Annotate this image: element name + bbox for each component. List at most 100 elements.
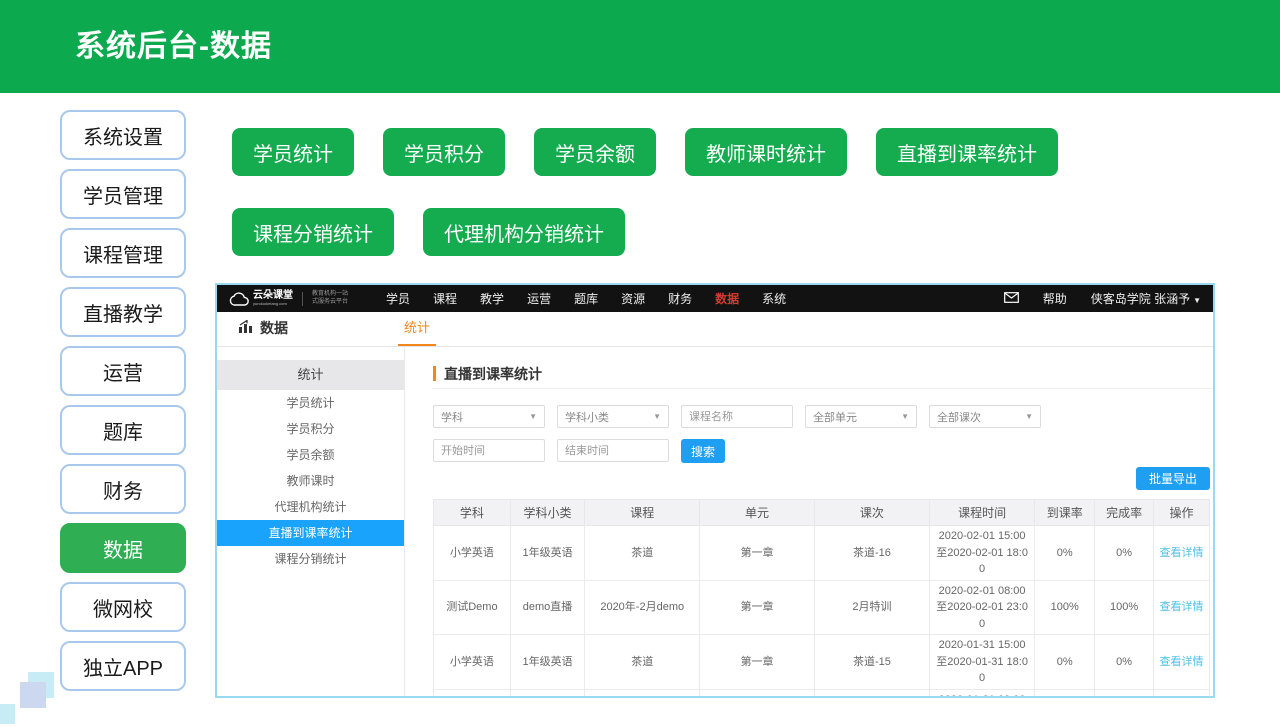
- cell-lesson: 2月特训: [814, 580, 929, 635]
- decor-square-corner: [0, 701, 18, 727]
- help-link[interactable]: 帮助: [1043, 290, 1067, 307]
- cell-unit: 第一章: [700, 635, 815, 690]
- logo[interactable]: 云朵课堂 yunduoketang.com 教育机构一站 式服务云平台: [229, 291, 348, 307]
- cloud-logo-icon: [229, 292, 249, 306]
- stats-panel: 统计 学员统计学员积分学员余额教师课时代理机构统计直播到课率统计课程分销统计: [217, 347, 405, 696]
- sidebar-item-6[interactable]: 题库: [60, 405, 186, 455]
- sidebar: 系统设置学员管理课程管理直播教学运营题库财务数据微网校独立APP: [60, 110, 186, 691]
- sidebar-item-7[interactable]: 财务: [60, 464, 186, 514]
- chevron-down-icon: ▼: [653, 412, 661, 421]
- subject-select[interactable]: 学科 ▼: [433, 405, 545, 428]
- stats-main: 直播到课率统计 学科 ▼ 学科小类 ▼ 全部单元 ▼ 全部课次 ▼: [405, 347, 1213, 696]
- batch-export-button[interactable]: 批量导出: [1136, 467, 1210, 490]
- panel-item-2[interactable]: 学员积分: [217, 416, 404, 442]
- section-title: 直播到课率统计: [433, 359, 1213, 389]
- quick-button-r2-2[interactable]: 代理机构分销统计: [423, 208, 625, 256]
- title-accent-bar: [433, 366, 436, 381]
- search-button[interactable]: 搜索: [681, 439, 725, 463]
- message-envelope-icon[interactable]: [1004, 292, 1019, 306]
- sidebar-item-4[interactable]: 直播教学: [60, 287, 186, 337]
- topbar-menu-item-9[interactable]: 系统: [762, 290, 786, 307]
- panel-item-7[interactable]: 课程分销统计: [217, 546, 404, 572]
- cell-subject: 小学英语: [434, 635, 511, 690]
- page-title: 系统后台-数据: [75, 0, 272, 93]
- end-time-input[interactable]: [557, 439, 669, 462]
- panel-item-6[interactable]: 直播到课率统计: [217, 520, 404, 546]
- col-header-1: 学科: [434, 500, 511, 526]
- sidebar-item-3[interactable]: 课程管理: [60, 228, 186, 278]
- topbar-menu-item-5[interactable]: 题库: [574, 290, 598, 307]
- tab-statistics[interactable]: 统计: [398, 317, 436, 346]
- sidebar-item-8[interactable]: 数据: [60, 523, 186, 573]
- cell-attendance: 0%: [1035, 689, 1095, 698]
- start-time-input[interactable]: [433, 439, 545, 462]
- cell-lesson: 茶道-15: [814, 635, 929, 690]
- panel-items: 学员统计学员积分学员余额教师课时代理机构统计直播到课率统计课程分销统计: [217, 390, 404, 572]
- topbar-menu-item-6[interactable]: 资源: [621, 290, 645, 307]
- panel-item-3[interactable]: 学员余额: [217, 442, 404, 468]
- cell-subject: 小学英语: [434, 526, 511, 581]
- cell-subject: 小学英语: [434, 689, 511, 698]
- col-header-8: 完成率: [1095, 500, 1154, 526]
- topbar-menu-item-2[interactable]: 课程: [433, 290, 457, 307]
- cell-action: 查看详情: [1154, 526, 1210, 581]
- topbar-menu-item-3[interactable]: 教学: [480, 290, 504, 307]
- cell-time: 2020-01-31 15:00至2020-01-31 18:00: [929, 635, 1035, 690]
- topbar-menu-item-1[interactable]: 学员: [386, 290, 410, 307]
- logo-divider: [302, 292, 303, 306]
- view-detail-link[interactable]: 查看详情: [1160, 601, 1204, 613]
- cell-attendance: 100%: [1035, 580, 1095, 635]
- cell-lesson: 茶道-16: [814, 526, 929, 581]
- cell-course: 茶道: [585, 526, 700, 581]
- col-header-5: 课次: [814, 500, 929, 526]
- topbar-menu-item-7[interactable]: 财务: [668, 290, 692, 307]
- course-name-input[interactable]: [681, 405, 793, 428]
- user-name: 侠客岛学院 张涵予: [1091, 292, 1190, 306]
- cell-course: 2020年-2月demo: [585, 580, 700, 635]
- quick-button-r1-2[interactable]: 学员积分: [383, 128, 505, 176]
- quick-button-r2-1[interactable]: 课程分销统计: [232, 208, 394, 256]
- sidebar-item-1[interactable]: 系统设置: [60, 110, 186, 160]
- quick-button-r1-5[interactable]: 直播到课率统计: [876, 128, 1058, 176]
- panel-item-4[interactable]: 教师课时: [217, 468, 404, 494]
- admin-screenshot: 云朵课堂 yunduoketang.com 教育机构一站 式服务云平台 学员课程…: [215, 283, 1215, 698]
- panel-item-5[interactable]: 代理机构统计: [217, 494, 404, 520]
- quick-button-r1-4[interactable]: 教师课时统计: [685, 128, 847, 176]
- subject-sub-select[interactable]: 学科小类 ▼: [557, 405, 669, 428]
- attendance-table-wrap: 学科学科小类课程单元课次课程时间到课率完成率操作 小学英语1年级英语茶道第一章茶…: [433, 499, 1210, 698]
- view-detail-link[interactable]: 查看详情: [1160, 547, 1204, 559]
- sidebar-item-9[interactable]: 微网校: [60, 582, 186, 632]
- table-row: 测试Demodemo直播2020年-2月demo第一章2月特训2020-02-0…: [434, 580, 1210, 635]
- col-header-6: 课程时间: [929, 500, 1035, 526]
- module-name: 数据: [260, 318, 288, 338]
- cell-completion: 0%: [1095, 635, 1154, 690]
- lesson-select[interactable]: 全部课次 ▼: [929, 405, 1041, 428]
- sidebar-item-2[interactable]: 学员管理: [60, 169, 186, 219]
- user-menu[interactable]: 侠客岛学院 张涵予▼: [1091, 290, 1201, 307]
- logo-slogan-line1: 教育机构一站: [312, 291, 348, 299]
- page-header: 系统后台-数据: [0, 0, 1280, 93]
- view-detail-link[interactable]: 查看详情: [1160, 656, 1204, 668]
- cell-subject_sub: 1年级英语: [510, 689, 584, 698]
- cell-unit: 第一章: [700, 689, 815, 698]
- cell-time: 2020-01-31 09:00至2020-01-31 18:00: [929, 689, 1035, 698]
- sidebar-item-10[interactable]: 独立APP: [60, 641, 186, 691]
- cell-course: 茶道: [585, 635, 700, 690]
- chevron-down-icon: ▼: [1025, 412, 1033, 421]
- quick-button-r1-3[interactable]: 学员余额: [534, 128, 656, 176]
- cell-subject_sub: 1年级英语: [510, 635, 584, 690]
- unit-select[interactable]: 全部单元 ▼: [805, 405, 917, 428]
- cell-action: 查看详情: [1154, 689, 1210, 698]
- cell-action: 查看详情: [1154, 635, 1210, 690]
- panel-header: 统计: [217, 360, 404, 390]
- topbar-menu-item-4[interactable]: 运营: [527, 290, 551, 307]
- cell-unit: 第一章: [700, 526, 815, 581]
- topbar-menu-item-8[interactable]: 数据: [715, 290, 739, 307]
- quick-buttons: 学员统计学员积分学员余额教师课时统计直播到课率统计 课程分销统计代理机构分销统计: [232, 128, 1212, 256]
- quick-button-r1-1[interactable]: 学员统计: [232, 128, 354, 176]
- cell-attendance: 0%: [1035, 635, 1095, 690]
- col-header-4: 单元: [700, 500, 815, 526]
- panel-item-1[interactable]: 学员统计: [217, 390, 404, 416]
- cell-time: 2020-02-01 15:00至2020-02-01 18:00: [929, 526, 1035, 581]
- sidebar-item-5[interactable]: 运营: [60, 346, 186, 396]
